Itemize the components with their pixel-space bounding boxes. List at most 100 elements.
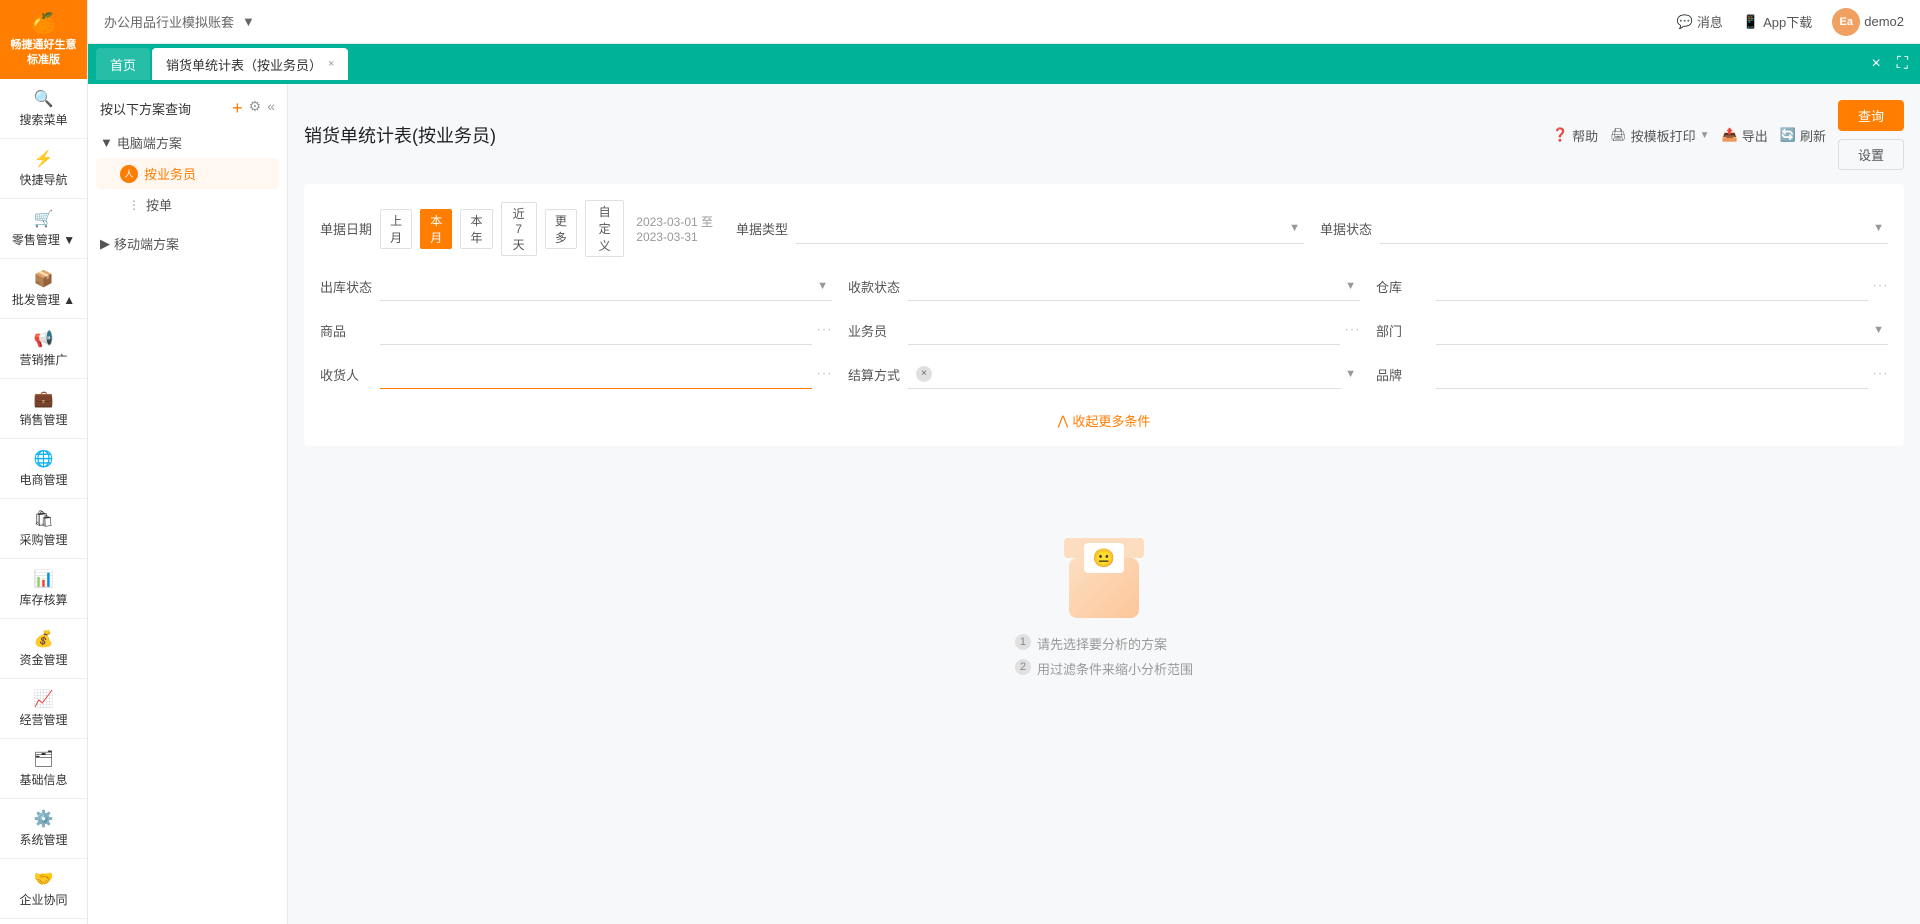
tab-sales-stat[interactable]: 销货单统计表（按业务员） × [152,48,348,80]
date-btn-this-month[interactable]: 本月 [420,209,452,249]
hint-num-2: 2 [1015,659,1031,675]
sidebar: 🍊 畅捷通好生意 标准版 🔍 搜索菜单 ⚡ 快捷导航 🛒 零售管理 ▼ 📦 批发… [0,0,88,924]
sidebar-item-wholesale[interactable]: 📦 批发管理 ▲ [0,259,87,319]
warehouse-select[interactable] [1436,271,1868,301]
base-icon: 🗂 [4,749,83,769]
filter-doc-status-field: 单据状态 ▼ [1320,214,1888,244]
sidebar-item-finance[interactable]: 💰 资金管理 [0,619,87,679]
filter-out-status-field: 出库状态 ▼ [320,271,832,301]
help-btn[interactable]: ❓ 帮助 [1552,126,1598,145]
cooperation-icon: 🤝 [4,869,83,889]
export-btn[interactable]: 📤 导出 [1722,126,1768,145]
filter-settlement-field: 结算方式 × ▼ [848,359,1360,389]
user-menu[interactable]: Ea demo2 [1832,8,1904,36]
purchase-icon: 🛍 [4,509,83,529]
scheme-group-mobile-title[interactable]: ▶ 移动端方案 [96,228,279,259]
sidebar-item-system[interactable]: ⚙️ 系统管理 [0,799,87,859]
scheme-item-by-order[interactable]: ⋮ 按单 [96,189,279,220]
sidebar-item-quicknav[interactable]: ⚡ 快捷导航 [0,139,87,199]
date-btn-this-year[interactable]: 本年 [460,209,492,249]
filter-department-field: 部门 ▼ [1376,315,1888,345]
doc-status-label: 单据状态 [1320,219,1372,238]
sidebar-item-sales[interactable]: 💼 销售管理 [0,379,87,439]
tab-home[interactable]: 首页 [96,48,150,80]
edit-scheme-btn[interactable]: ⚙ [249,98,262,119]
sidebar-item-retail-label: 零售管理 [12,233,60,247]
left-panel: 按以下方案查询 + ⚙ « ▼ 电脑端方案 人 按业务员 [88,84,288,924]
sidebar-item-base-label: 基础信息 [19,773,67,787]
receiver-dots[interactable]: ··· [816,365,832,383]
settlement-select[interactable]: × [908,359,1341,389]
collapse-more-btn[interactable]: ⋀ 收起更多条件 [1058,411,1151,430]
sidebar-item-cooperation[interactable]: 🤝 企业协同 [0,859,87,919]
sidebar-item-inventory-label: 库存核算 [19,593,67,607]
out-status-select[interactable]: ▼ [380,271,832,301]
salesperson-dots[interactable]: ··· [1344,321,1360,339]
sidebar-item-retail[interactable]: 🛒 零售管理 ▼ [0,199,87,259]
doc-status-select[interactable]: ▼ [1380,214,1888,244]
message-label: 消息 [1697,12,1723,31]
settlement-tag-close[interactable]: × [916,366,932,382]
receiver-select[interactable] [380,359,812,389]
query-btn-area: 查询 设置 [1838,100,1904,170]
warehouse-dots[interactable]: ··· [1872,277,1888,295]
collapse-icon: ⋀ [1058,413,1069,429]
refresh-btn[interactable]: 🔄 刷新 [1780,126,1826,145]
receiver-label: 收货人 [320,365,372,384]
brand-dots[interactable]: ··· [1872,365,1888,383]
collapse-panel-btn[interactable]: « [267,98,275,119]
date-btn-7days[interactable]: 近7天 [501,202,537,256]
date-btn-last-month[interactable]: 上月 [380,209,412,249]
empty-hints: 1 请先选择要分析的方案 2 用过滤条件来缩小分析范围 [1015,634,1193,684]
left-panel-actions: + ⚙ « [232,98,275,119]
doc-type-select[interactable]: ▼ [796,214,1304,244]
inventory-icon: 📊 [4,569,83,589]
empty-state: 😐 1 请先选择要分析的方案 2 用过滤条件来缩小分析范围 [304,458,1904,744]
settings-btn[interactable]: 设置 [1838,139,1904,170]
template-print-btn[interactable]: 🖨 按模板打印 ▼ [1610,126,1709,145]
chevron-down-icon: ▼ [100,135,113,150]
tab-close-btn[interactable]: × [328,58,334,70]
salesperson-select[interactable] [908,315,1340,345]
chevron-down-icon: ▼ [63,233,75,247]
message-btn[interactable]: 💬 消息 [1677,12,1723,31]
receipt-status-select[interactable]: ▼ [908,271,1360,301]
collapse-row: ⋀ 收起更多条件 [320,403,1888,430]
scheme-item-by-order-label: 按单 [146,195,172,214]
sidebar-item-search[interactable]: 🔍 搜索菜单 [0,79,87,139]
sidebar-item-marketing[interactable]: 📢 营销推广 [0,319,87,379]
receipt-status-arrow: ▼ [1345,280,1356,292]
department-select[interactable]: ▼ [1436,315,1888,345]
help-label: 帮助 [1572,126,1598,145]
sidebar-item-finance-label: 资金管理 [19,653,67,667]
tab-maximize-btn[interactable]: ⛶ [1893,51,1912,77]
hint-num-1: 1 [1015,634,1031,650]
brand-select[interactable] [1436,359,1868,389]
date-btn-custom[interactable]: 自定义 [585,200,624,257]
chevron-up-icon: ▲ [63,293,75,307]
page-title: 销货单统计表(按业务员) [304,122,496,148]
sidebar-item-ecommerce[interactable]: 🌐 电商管理 [0,439,87,499]
goods-label: 商品 [320,321,372,340]
sidebar-item-guide[interactable]: 🆕 新手引导 [0,919,87,924]
sidebar-item-base[interactable]: 🗂 基础信息 [0,739,87,799]
refresh-icon: 🔄 [1780,127,1796,143]
sidebar-item-purchase[interactable]: 🛍 采购管理 [0,499,87,559]
tab-close-window-btn[interactable]: × [1867,51,1884,77]
add-scheme-btn[interactable]: + [232,98,243,119]
filter-row-3: 商品 ··· 业务员 ··· 部门 [320,315,1888,345]
date-btn-more[interactable]: 更多 [545,209,577,249]
app-download-btn[interactable]: 📱 App下载 [1743,12,1812,31]
query-btn[interactable]: 查询 [1838,100,1904,131]
workspace-selector[interactable]: 办公用品行业模拟账套 ▼ [104,12,255,31]
user-name: demo2 [1864,14,1904,29]
empty-face: 😐 [1084,543,1124,573]
sidebar-item-inventory[interactable]: 📊 库存核算 [0,559,87,619]
scheme-group-desktop-title[interactable]: ▼ 电脑端方案 [96,127,279,158]
goods-select[interactable] [380,315,812,345]
scheme-item-by-salesperson[interactable]: 人 按业务员 [96,158,279,189]
app-download-label: App下载 [1763,12,1812,31]
sidebar-item-operations[interactable]: 📈 经营管理 [0,679,87,739]
filter-row-1: 单据日期 上月 本月 本年 近7天 更多 自定义 2023-03-01 至 20… [320,200,1888,257]
goods-dots[interactable]: ··· [816,321,832,339]
